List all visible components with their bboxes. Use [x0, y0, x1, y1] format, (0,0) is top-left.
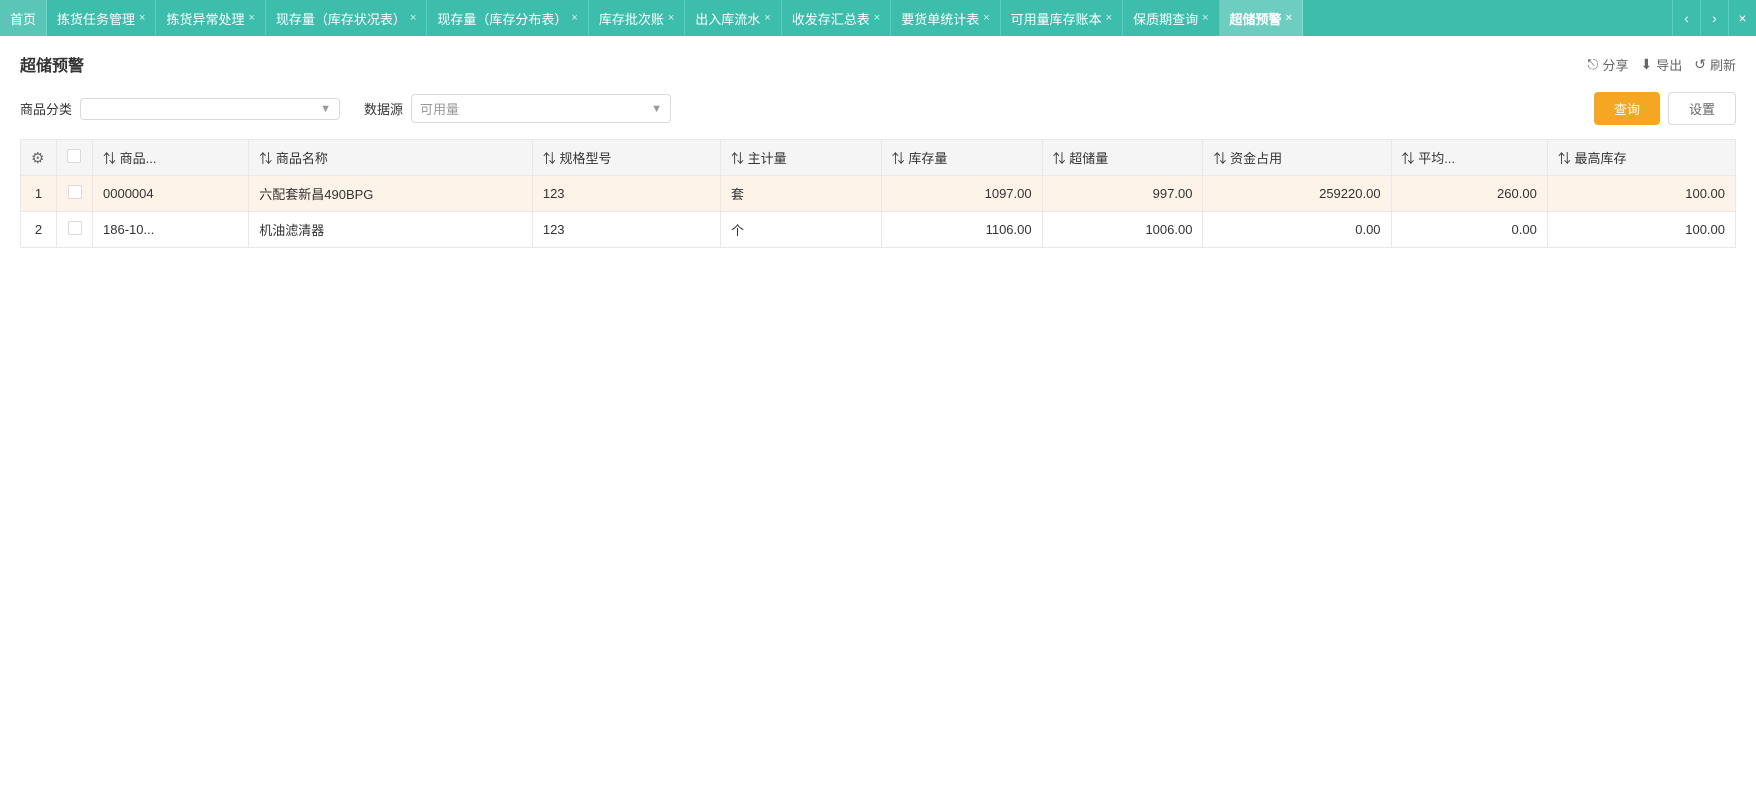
nav-prev[interactable]: ‹ [1672, 0, 1700, 36]
nav-task-mgmt[interactable]: 拣货任务管理 × [47, 0, 156, 36]
th-gear: ⚙ [21, 140, 57, 176]
row-select-1[interactable] [68, 221, 82, 235]
nav-close-all[interactable]: × [1728, 0, 1756, 36]
top-nav: 首页 拣货任务管理 × 拣货异常处理 × 现存量（库存状况表） × 现存量（库存… [0, 0, 1756, 36]
filter-row: 商品分类 ▼ 数据源 可用量 ▼ 查询 设置 [20, 92, 1736, 125]
nav-close-7[interactable]: × [874, 12, 880, 24]
export-icon: ⬇ [1641, 56, 1653, 73]
row-name-0: 六配套新昌490BPG [249, 176, 533, 212]
column-settings-icon[interactable]: ⚙ [31, 150, 44, 167]
query-button[interactable]: 查询 [1594, 92, 1660, 125]
th-maxstock: ⇅ 最高库存 [1547, 140, 1735, 176]
share-button[interactable]: ⎋ 分享 [1587, 55, 1628, 74]
nav-available-ledger[interactable]: 可用量库存账本 × [1001, 0, 1123, 36]
table-head: ⚙ ⇅ 商品... ⇅ 商品名称 ⇅ 规格型号 ⇅ [21, 140, 1736, 176]
row-capital-0: 259220.00 [1203, 176, 1391, 212]
page-title: 超储预警 [20, 52, 84, 76]
row-avg-0: 260.00 [1391, 176, 1547, 212]
row-overstock-0: 997.00 [1042, 176, 1203, 212]
chevron-down-icon: ▼ [320, 103, 331, 115]
select-all-checkbox[interactable] [67, 149, 81, 163]
datasource-label: 数据源 [364, 99, 403, 118]
category-select[interactable]: ▼ [80, 98, 340, 120]
row-checkbox-0 [57, 176, 93, 212]
nav-close-8[interactable]: × [983, 12, 989, 24]
nav-close-5[interactable]: × [668, 12, 674, 24]
page-title-row: 超储预警 ⎋ 分享 ⬇ 导出 ↺ 刷新 [20, 52, 1736, 76]
th-unit: ⇅ 主计量 [720, 140, 881, 176]
row-stock-0: 1097.00 [881, 176, 1042, 212]
row-unit-1: 个 [720, 212, 881, 248]
nav-close-11[interactable]: × [1286, 12, 1292, 24]
nav-home[interactable]: 首页 [0, 0, 47, 36]
row-capital-1: 0.00 [1203, 212, 1391, 248]
row-maxstock-1: 100.00 [1547, 212, 1735, 248]
row-select-0[interactable] [68, 185, 82, 199]
table-row: 2 186-10... 机油滤清器 123 个 1106.00 1006.00 … [21, 212, 1736, 248]
nav-batch-account[interactable]: 库存批次账 × [589, 0, 685, 36]
export-button[interactable]: ⬇ 导出 [1641, 55, 1683, 74]
row-overstock-1: 1006.00 [1042, 212, 1203, 248]
row-unit-0: 套 [720, 176, 881, 212]
nav-inout-flow[interactable]: 出入库流水 × [685, 0, 781, 36]
row-name-1: 机油滤清器 [249, 212, 533, 248]
row-num-0: 1 [21, 176, 57, 212]
th-checkbox [57, 140, 93, 176]
datasource-chevron-icon: ▼ [651, 103, 662, 115]
row-spec-1: 123 [532, 212, 720, 248]
row-stock-1: 1106.00 [881, 212, 1042, 248]
th-stock: ⇅ 库存量 [881, 140, 1042, 176]
th-spec: ⇅ 规格型号 [532, 140, 720, 176]
nav-order-stats[interactable]: 要货单统计表 × [891, 0, 1000, 36]
nav-inventory-dist[interactable]: 现存量（库存分布表） × [427, 0, 588, 36]
nav-receive-summary[interactable]: 收发存汇总表 × [782, 0, 891, 36]
table-body: 1 0000004 六配套新昌490BPG 123 套 1097.00 997.… [21, 176, 1736, 248]
th-name: ⇅ 商品名称 [249, 140, 533, 176]
nav-close-10[interactable]: × [1202, 12, 1208, 24]
refresh-icon: ↺ [1694, 56, 1706, 73]
datasource-select[interactable]: 可用量 ▼ [411, 94, 671, 123]
share-icon: ⎋ [1587, 56, 1598, 73]
category-filter: 商品分类 ▼ [20, 98, 340, 120]
datasource-filter: 数据源 可用量 ▼ [364, 94, 671, 123]
nav-close-2[interactable]: × [248, 12, 254, 24]
nav-overstock-alert[interactable]: 超储预警 × [1220, 0, 1303, 36]
category-label: 商品分类 [20, 99, 72, 118]
refresh-button[interactable]: ↺ 刷新 [1694, 55, 1736, 74]
page-content: 超储预警 ⎋ 分享 ⬇ 导出 ↺ 刷新 商品分类 ▼ 数据源 [0, 36, 1756, 264]
th-overstock: ⇅ 超储量 [1042, 140, 1203, 176]
action-buttons: ⎋ 分享 ⬇ 导出 ↺ 刷新 [1587, 55, 1736, 74]
nav-close-9[interactable]: × [1106, 12, 1112, 24]
th-avg: ⇅ 平均... [1391, 140, 1547, 176]
row-maxstock-0: 100.00 [1547, 176, 1735, 212]
settings-button[interactable]: 设置 [1668, 92, 1736, 125]
nav-close-1[interactable]: × [139, 12, 145, 24]
filter-buttons: 查询 设置 [1594, 92, 1736, 125]
row-code-1: 186-10... [93, 212, 249, 248]
row-code-0: 0000004 [93, 176, 249, 212]
th-capital: ⇅ 资金占用 [1203, 140, 1391, 176]
row-avg-1: 0.00 [1391, 212, 1547, 248]
th-code: ⇅ 商品... [93, 140, 249, 176]
table-row: 1 0000004 六配套新昌490BPG 123 套 1097.00 997.… [21, 176, 1736, 212]
nav-arrows: ‹ › × [1672, 0, 1756, 36]
data-table: ⚙ ⇅ 商品... ⇅ 商品名称 ⇅ 规格型号 ⇅ [20, 139, 1736, 248]
nav-next[interactable]: › [1700, 0, 1728, 36]
row-checkbox-1 [57, 212, 93, 248]
nav-close-6[interactable]: × [764, 12, 770, 24]
nav-shelf-life[interactable]: 保质期查询 × [1123, 0, 1219, 36]
row-spec-0: 123 [532, 176, 720, 212]
nav-close-3[interactable]: × [410, 12, 416, 24]
row-num-1: 2 [21, 212, 57, 248]
nav-exception[interactable]: 拣货异常处理 × [156, 0, 265, 36]
nav-inventory-status[interactable]: 现存量（库存状况表） × [266, 0, 427, 36]
nav-close-4[interactable]: × [571, 12, 577, 24]
table-header-row: ⚙ ⇅ 商品... ⇅ 商品名称 ⇅ 规格型号 ⇅ [21, 140, 1736, 176]
datasource-value: 可用量 [420, 99, 459, 118]
